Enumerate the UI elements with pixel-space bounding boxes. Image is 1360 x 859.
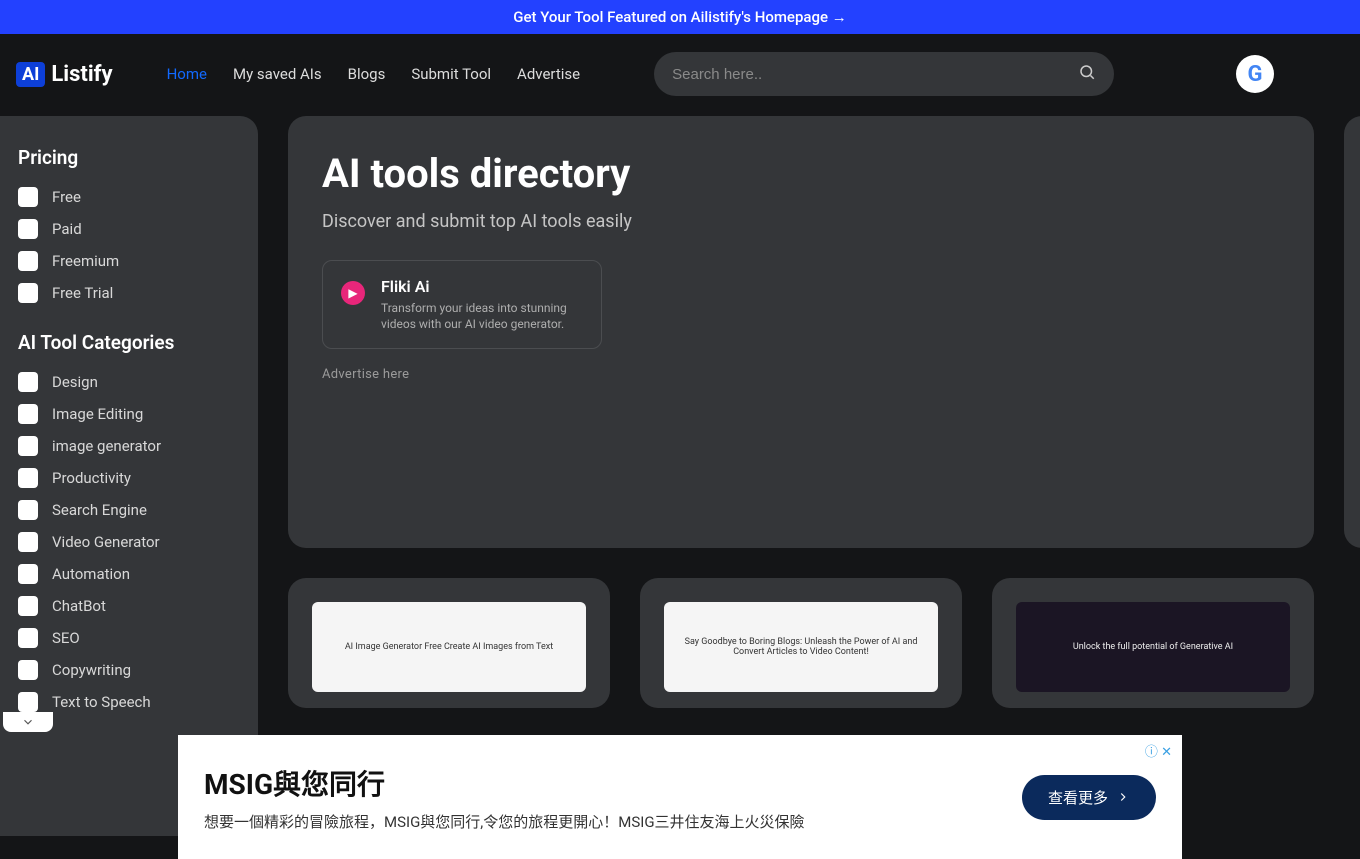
checkbox-icon[interactable] (18, 596, 38, 616)
filter-chatbot[interactable]: ChatBot (18, 596, 240, 616)
checkbox-icon[interactable] (18, 660, 38, 680)
filter-productivity[interactable]: Productivity (18, 468, 240, 488)
filter-label: Paid (52, 220, 82, 238)
filter-image-generator[interactable]: image generator (18, 436, 240, 456)
featured-tool-name: Fliki Ai (381, 277, 583, 296)
tool-thumbnail: Say Goodbye to Boring Blogs: Unleash the… (664, 602, 938, 692)
checkbox-icon[interactable] (18, 500, 38, 520)
play-icon: ▶ (341, 281, 365, 305)
filter-label: image generator (52, 437, 161, 455)
filter-automation[interactable]: Automation (18, 564, 240, 584)
tool-card[interactable]: AI Image Generator Free Create AI Images… (288, 578, 610, 708)
search-wrap[interactable] (654, 52, 1114, 96)
filter-free-trial[interactable]: Free Trial (18, 283, 240, 303)
logo-text: Listify (51, 62, 112, 87)
ad-info-close-icon[interactable]: ⓘ ✕ (1145, 741, 1172, 760)
filter-search-engine[interactable]: Search Engine (18, 500, 240, 520)
collapse-tab[interactable] (3, 712, 53, 732)
category-filter-list: Design Image Editing image generator Pro… (18, 372, 240, 712)
checkbox-icon[interactable] (18, 283, 38, 303)
pricing-filter-list: Free Paid Freemium Free Trial (18, 187, 240, 303)
filter-copywriting[interactable]: Copywriting (18, 660, 240, 680)
main-column: AI tools directory Discover and submit t… (288, 116, 1314, 836)
bottom-ad-title: MSIG與您同行 (204, 763, 982, 803)
nav-submit-tool[interactable]: Submit Tool (411, 65, 491, 83)
tool-thumbnail: Unlock the full potential of Generative … (1016, 602, 1290, 692)
filter-label: Video Generator (52, 533, 160, 551)
nav-advertise[interactable]: Advertise (517, 65, 580, 83)
filter-label: Automation (52, 565, 130, 583)
hero: AI tools directory Discover and submit t… (288, 116, 1314, 548)
checkbox-icon[interactable] (18, 219, 38, 239)
checkbox-icon[interactable] (18, 564, 38, 584)
filter-label: Productivity (52, 469, 131, 487)
filter-paid[interactable]: Paid (18, 219, 240, 239)
filter-label: Design (52, 373, 98, 391)
filter-label: Free (52, 188, 81, 206)
checkbox-icon[interactable] (18, 628, 38, 648)
filter-label: Copywriting (52, 661, 131, 679)
checkbox-icon[interactable] (18, 372, 38, 392)
tool-card[interactable]: Unlock the full potential of Generative … (992, 578, 1314, 708)
tool-thumbnail: AI Image Generator Free Create AI Images… (312, 602, 586, 692)
hero-title: AI tools directory (322, 150, 1280, 197)
search-input[interactable] (672, 66, 1078, 83)
filter-label: SEO (52, 629, 80, 647)
filter-text-to-speech[interactable]: Text to Speech (18, 692, 240, 712)
filter-free[interactable]: Free (18, 187, 240, 207)
google-signin-button[interactable]: G (1236, 55, 1274, 93)
filter-label: Freemium (52, 252, 119, 270)
filter-freemium[interactable]: Freemium (18, 251, 240, 271)
checkbox-icon[interactable] (18, 251, 38, 271)
nav-blogs[interactable]: Blogs (348, 65, 386, 83)
search-icon[interactable] (1078, 63, 1096, 86)
pricing-heading: Pricing (18, 146, 240, 169)
chevron-down-icon (21, 715, 35, 729)
tool-cards-row: AI Image Generator Free Create AI Images… (288, 578, 1314, 708)
filter-seo[interactable]: SEO (18, 628, 240, 648)
nav-my-saved-ais[interactable]: My saved AIs (233, 65, 322, 83)
promo-bar[interactable]: Get Your Tool Featured on Ailistify's Ho… (0, 0, 1360, 34)
bottom-ad[interactable]: ⓘ ✕ MSIG與您同行 想要一個精彩的冒險旅程，MSIG與您同行,令您的旅程更… (178, 735, 1182, 859)
filter-video-generator[interactable]: Video Generator (18, 532, 240, 552)
featured-tool-card[interactable]: ▶ Fliki Ai Transform your ideas into stu… (322, 260, 602, 349)
filter-label: Image Editing (52, 405, 143, 423)
hero-subtitle: Discover and submit top AI tools easily (322, 211, 1280, 232)
filter-label: Search Engine (52, 501, 147, 519)
filter-label: Text to Speech (52, 693, 151, 711)
side-ad-panel: ⓘ ✕ 以業務數碼轉型 賦能企業 透過數碼轉型（DX）改變你的業務 使用先進的雲… (1344, 116, 1360, 548)
logo-badge: AI (16, 62, 45, 87)
featured-tool-desc: Transform your ideas into stunning video… (381, 300, 583, 332)
filter-image-editing[interactable]: Image Editing (18, 404, 240, 424)
categories-heading: AI Tool Categories (18, 331, 240, 354)
bottom-ad-cta-button[interactable]: 查看更多 (1022, 775, 1156, 820)
logo[interactable]: AI Listify (16, 62, 113, 87)
filter-design[interactable]: Design (18, 372, 240, 392)
filter-label: Free Trial (52, 284, 113, 302)
filter-label: ChatBot (52, 597, 106, 615)
checkbox-icon[interactable] (18, 532, 38, 552)
checkbox-icon[interactable] (18, 187, 38, 207)
checkbox-icon[interactable] (18, 692, 38, 712)
tool-card[interactable]: Say Goodbye to Boring Blogs: Unleash the… (640, 578, 962, 708)
checkbox-icon[interactable] (18, 404, 38, 424)
header: AI Listify Home My saved AIs Blogs Submi… (0, 34, 1360, 116)
bottom-ad-sub: 想要一個精彩的冒險旅程，MSIG與您同行,令您的旅程更開心！MSIG三井住友海上… (204, 811, 982, 832)
bottom-ad-cta-label: 查看更多 (1048, 787, 1108, 808)
checkbox-icon[interactable] (18, 436, 38, 456)
chevron-right-icon (1116, 790, 1130, 804)
advertise-here-link[interactable]: Advertise here (322, 367, 1280, 382)
nav-home[interactable]: Home (167, 65, 207, 83)
main-nav: Home My saved AIs Blogs Submit Tool Adve… (167, 65, 581, 83)
checkbox-icon[interactable] (18, 468, 38, 488)
